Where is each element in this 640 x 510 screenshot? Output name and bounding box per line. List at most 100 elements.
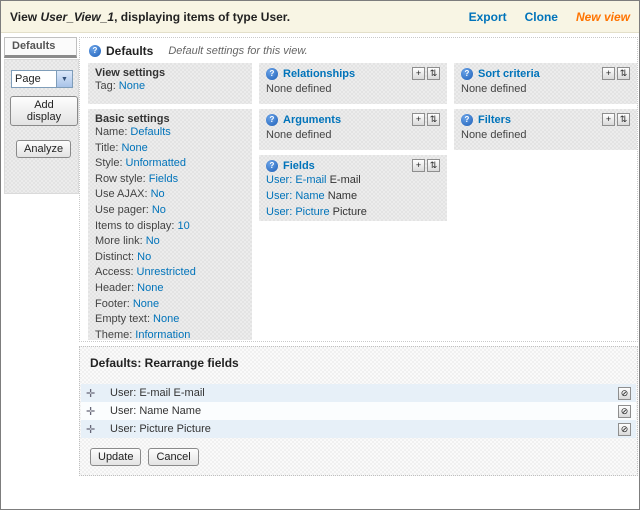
drag-handle-icon[interactable]: ✛ <box>86 387 100 400</box>
setting-row: Title: None <box>95 141 245 157</box>
filters-header: ? Filters + ⇅ <box>461 113 630 126</box>
fields-header: ? Fields + ⇅ <box>266 159 440 172</box>
setting-label: Row style: <box>95 172 146 185</box>
setting-label: Title: <box>95 141 119 154</box>
field-link[interactable]: User: Picture <box>266 206 330 218</box>
add-icon[interactable]: + <box>602 113 615 126</box>
setting-value-link[interactable]: Unformatted <box>126 157 187 169</box>
tag-value-link[interactable]: None <box>119 80 145 92</box>
arguments-title-link[interactable]: Arguments <box>283 114 341 126</box>
help-icon[interactable]: ? <box>461 113 473 126</box>
setting-value-link[interactable]: Fields <box>149 173 178 185</box>
filters-title-link[interactable]: Filters <box>478 114 511 126</box>
setting-label: Theme: <box>95 328 133 340</box>
setting-row: More link: No <box>95 234 245 250</box>
setting-row: Items to display: 10 <box>95 219 245 235</box>
sort-criteria-box: ? Sort criteria + ⇅ None defined <box>454 63 637 104</box>
setting-row: Name: Defaults <box>95 125 245 141</box>
add-display-button[interactable]: Add display <box>10 96 78 126</box>
rearrange-fields-section: Defaults: Rearrange fields ✛ User: E-mai… <box>79 346 638 476</box>
rearrange-icon[interactable]: ⇅ <box>617 67 630 80</box>
rearrange-row-label: User: Name Name <box>110 405 202 417</box>
help-icon[interactable]: ? <box>89 45 101 57</box>
setting-label: Name: <box>95 126 128 138</box>
setting-value-link[interactable]: No <box>152 204 166 216</box>
fields-box: ? Fields + ⇅ User: E-mail E-mail User: N… <box>259 155 447 221</box>
field-item: User: Name Name <box>266 188 440 204</box>
field-suffix: Picture <box>329 206 367 218</box>
help-icon[interactable]: ? <box>266 67 278 80</box>
add-icon[interactable]: + <box>412 159 425 172</box>
setting-value-link[interactable]: Information <box>135 329 190 340</box>
setting-value-link[interactable]: No <box>137 251 151 263</box>
rearrange-icon[interactable]: ⇅ <box>427 113 440 126</box>
rearrange-icon[interactable]: ⇅ <box>617 113 630 126</box>
arguments-box: ? Arguments + ⇅ None defined <box>259 109 447 150</box>
view-header-bar: View User_View_1, displaying items of ty… <box>1 1 639 33</box>
field-link[interactable]: User: E-mail <box>266 174 327 186</box>
add-icon[interactable]: + <box>602 67 615 80</box>
rearrange-row[interactable]: ✛ User: E-mail E-mail ⊘ <box>81 384 636 402</box>
title-suffix: , displaying items of type User. <box>114 9 291 24</box>
remove-icon[interactable]: ⊘ <box>618 386 631 400</box>
view-settings-box: View settings Tag: None <box>88 63 252 104</box>
fields-actions: + ⇅ <box>412 159 440 172</box>
field-suffix: Name <box>324 190 358 202</box>
setting-value-link[interactable]: Unrestricted <box>137 266 196 278</box>
drag-handle-icon[interactable]: ✛ <box>86 405 100 418</box>
rearrange-icon[interactable]: ⇅ <box>427 67 440 80</box>
help-icon[interactable]: ? <box>266 159 278 172</box>
rearrange-row[interactable]: ✛ User: Name Name ⊘ <box>81 402 636 420</box>
basic-settings-title: Basic settings <box>95 113 170 125</box>
setting-label: Use AJAX: <box>95 188 148 201</box>
remove-icon[interactable]: ⊘ <box>618 404 631 418</box>
rearrange-icon[interactable]: ⇅ <box>427 159 440 172</box>
view-settings-title: View settings <box>95 67 166 79</box>
tab-defaults[interactable]: Defaults <box>4 37 77 58</box>
setting-value-link[interactable]: None <box>133 298 159 310</box>
views-ui-page: View User_View_1, displaying items of ty… <box>0 0 640 510</box>
sort-criteria-actions: + ⇅ <box>602 67 630 80</box>
rearrange-row[interactable]: ✛ User: Picture Picture ⊘ <box>81 420 636 438</box>
panel-heading: ? Defaults Default settings for this vie… <box>89 44 308 58</box>
remove-icon[interactable]: ⊘ <box>618 422 631 436</box>
setting-value-link[interactable]: None <box>121 142 147 154</box>
filters-box: ? Filters + ⇅ None defined <box>454 109 637 150</box>
add-icon[interactable]: + <box>412 113 425 126</box>
setting-label: Footer: <box>95 297 130 310</box>
rearrange-row-label: User: Picture Picture <box>110 423 211 435</box>
setting-value-link[interactable]: None <box>153 313 179 325</box>
drag-handle-icon[interactable]: ✛ <box>86 423 100 436</box>
setting-row: Use AJAX: No <box>95 187 245 203</box>
filters-empty: None defined <box>461 129 527 141</box>
display-settings-panel: ? Defaults Default settings for this vie… <box>79 37 638 342</box>
basic-settings-box: Basic settings Name: Defaults Title: None … <box>88 109 252 340</box>
help-icon[interactable]: ? <box>266 113 278 126</box>
arguments-actions: + ⇅ <box>412 113 440 126</box>
setting-value-link[interactable]: Defaults <box>130 126 170 138</box>
setting-label: Use pager: <box>95 203 149 216</box>
analyze-button[interactable]: Analyze <box>16 140 72 158</box>
field-link[interactable]: User: Name <box>266 190 325 202</box>
relationships-title-link[interactable]: Relationships <box>283 68 355 80</box>
setting-label: Items to display: <box>95 219 175 232</box>
help-icon[interactable]: ? <box>461 67 473 80</box>
cancel-button[interactable]: Cancel <box>148 448 199 466</box>
display-type-select[interactable]: Page ▼ <box>11 70 73 88</box>
export-link[interactable]: Export <box>469 10 507 24</box>
setting-value-link[interactable]: No <box>146 235 160 247</box>
setting-value-link[interactable]: No <box>151 188 165 200</box>
setting-row: Theme: Information <box>95 328 245 340</box>
setting-value-link[interactable]: 10 <box>177 220 189 232</box>
setting-value-link[interactable]: None <box>137 282 163 294</box>
tag-setting: Tag: None <box>95 79 245 95</box>
sort-criteria-title-link[interactable]: Sort criteria <box>478 68 540 80</box>
clone-link[interactable]: Clone <box>525 10 558 24</box>
form-actions: Update Cancel <box>90 448 199 466</box>
new-view-link[interactable]: New view <box>576 10 630 24</box>
arguments-header: ? Arguments + ⇅ <box>266 113 440 126</box>
add-icon[interactable]: + <box>412 67 425 80</box>
basic-settings-header: Basic settings <box>95 113 245 125</box>
update-button[interactable]: Update <box>90 448 142 466</box>
fields-title-link[interactable]: Fields <box>283 160 315 172</box>
